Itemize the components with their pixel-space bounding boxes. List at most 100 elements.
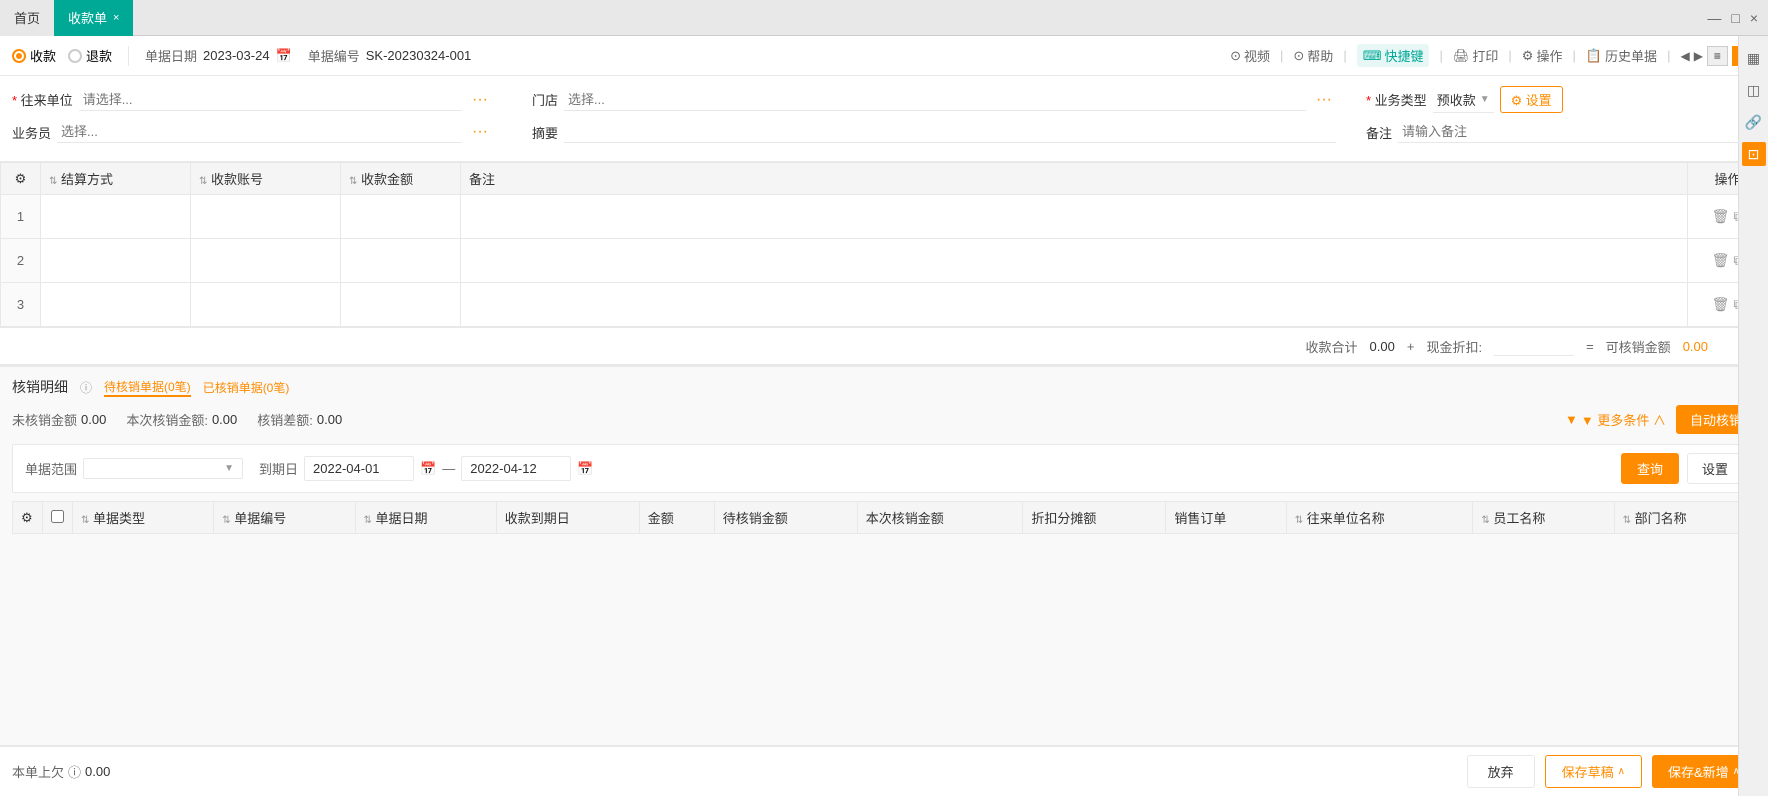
partner-more-icon[interactable]: ··· — [468, 91, 492, 109]
diff-stat: 核销差额: 0.00 — [257, 410, 342, 429]
draft-chevron-icon: ∧ — [1618, 766, 1625, 777]
col-amount-th: ⇅ 收款金额 — [341, 163, 461, 195]
sidebar-icon-1[interactable]: ▦ — [1742, 46, 1766, 70]
writeoff-section: 核销明细 ⓘ 待核销单据(0笔) 已核销单据(0笔) 未核销金额 0.00 本次… — [0, 365, 1768, 745]
settings-label: 设置 — [1526, 93, 1552, 108]
print-action[interactable]: 🖨 打印 — [1453, 46, 1499, 65]
business-type-chevron: ▼ — [1480, 94, 1490, 105]
tab-close-icon[interactable]: × — [113, 12, 119, 24]
sidebar-icon-2[interactable]: ◫ — [1742, 78, 1766, 102]
query-range-chevron: ▼ — [224, 463, 234, 474]
more-filter-label: ▼ 更多条件 ∧ — [1581, 410, 1666, 429]
wt-dept-th: ⇅ 部门名称 — [1614, 502, 1755, 534]
total-label: 收款合计 — [1306, 337, 1358, 356]
partner-input[interactable] — [79, 89, 462, 111]
settlement-cell-3[interactable] — [41, 283, 191, 327]
shop-label: 门店 — [532, 90, 558, 109]
query-btn[interactable]: 查询 — [1621, 453, 1679, 484]
operation-action[interactable]: ⚙ 操作 — [1522, 46, 1563, 65]
business-type-select[interactable]: 预收款 ▼ — [1433, 87, 1494, 113]
discount-input[interactable] — [1494, 336, 1574, 356]
shortcut-label: 快捷键 — [1384, 46, 1423, 65]
wt-due-date-label: 收款到期日 — [505, 511, 570, 526]
writeoff-done-tab[interactable]: 已核销单据(0笔) — [203, 379, 290, 396]
delete-row-2[interactable]: 🗑 — [1712, 252, 1730, 269]
radio-refund-label: 退款 — [86, 46, 112, 65]
nav-left[interactable]: ◀ — [1680, 46, 1689, 66]
wt-amount-th: 金额 — [639, 502, 714, 534]
tab-bar-right: — □ × — [1707, 10, 1768, 26]
date-from-input[interactable] — [304, 456, 414, 481]
table-row: 3 🗑 ⧉ — [1, 283, 1768, 327]
help-action[interactable]: ⊙ 帮助 — [1293, 46, 1333, 65]
account-cell-2[interactable] — [191, 239, 341, 283]
radio-receipt[interactable]: 收款 — [12, 46, 56, 65]
radio-refund[interactable]: 退款 — [68, 46, 112, 65]
shop-input[interactable] — [564, 89, 1306, 111]
settings-button[interactable]: ⚙ 设置 — [1500, 86, 1563, 113]
tab-home[interactable]: 首页 — [0, 0, 54, 36]
shortcut-action[interactable]: ⌨ 快捷键 — [1357, 44, 1430, 67]
summary-field: 摘要 — [492, 121, 1336, 143]
minimize-icon[interactable]: — — [1707, 10, 1721, 26]
history-action[interactable]: 📋 历史单据 — [1586, 46, 1657, 65]
doc-date-calendar-icon[interactable]: 📅 — [276, 48, 292, 64]
writeoff-pending-tab[interactable]: 待核销单据(0笔) — [104, 378, 191, 397]
wt-partner-th: ⇅ 往来单位名称 — [1286, 502, 1473, 534]
date-to-calendar-icon[interactable]: 📅 — [577, 461, 593, 477]
total-value: 0.00 — [1370, 339, 1395, 354]
save-draft-btn[interactable]: 保存草稿 ∧ — [1545, 755, 1642, 788]
remark-input[interactable] — [1398, 121, 1756, 143]
wt-checkbox-th[interactable] — [43, 502, 73, 534]
date-to-input[interactable] — [461, 456, 571, 481]
shop-field: 门店 ··· — [492, 89, 1336, 111]
select-all-checkbox[interactable] — [51, 510, 64, 523]
summary-input[interactable] — [564, 121, 1336, 143]
remark-cell-3[interactable] — [461, 283, 1688, 327]
settlement-cell-1[interactable] — [41, 195, 191, 239]
salesperson-input[interactable] — [57, 121, 462, 143]
query-range-select[interactable]: ▼ — [83, 458, 243, 479]
remark-cell-1[interactable] — [461, 195, 1688, 239]
account-cell-1[interactable] — [191, 195, 341, 239]
tab-receipt[interactable]: 收款单 × — [54, 0, 133, 36]
video-action[interactable]: ⊙ 视频 — [1230, 46, 1270, 65]
date-from-calendar-icon[interactable]: 📅 — [420, 461, 436, 477]
amount-cell-2[interactable] — [341, 239, 461, 283]
delete-row-3[interactable]: 🗑 — [1712, 296, 1730, 313]
doc-number-label: 单据编号 — [308, 46, 360, 65]
gear-th[interactable]: ⚙ — [1, 163, 41, 195]
nav-right[interactable]: ▶ — [1694, 46, 1703, 66]
radio-refund-dot — [68, 49, 82, 63]
remark-cell-2[interactable] — [461, 239, 1688, 283]
plus-sign: + — [1407, 339, 1415, 354]
due-date-field: 到期日 📅 — 📅 — [259, 456, 593, 481]
current-stat: 本次核销金额: 0.00 — [126, 410, 237, 429]
sidebar-icon-4[interactable]: ⊡ — [1742, 142, 1766, 166]
account-cell-3[interactable] — [191, 283, 341, 327]
more-filter-btn[interactable]: ▼ ▼ 更多条件 ∧ — [1565, 410, 1666, 429]
table-row: 2 🗑 ⧉ — [1, 239, 1768, 283]
amount-cell-3[interactable] — [341, 283, 461, 327]
writeoff-title: 核销明细 — [12, 377, 68, 397]
wt-gear-th[interactable]: ⚙ — [13, 502, 43, 534]
writeoff-info-icon[interactable]: ⓘ — [80, 379, 92, 396]
due-date-label: 到期日 — [259, 459, 298, 478]
local-info-icon[interactable]: ⓘ — [68, 762, 81, 781]
maximize-icon[interactable]: □ — [1731, 10, 1739, 26]
settlement-cell-2[interactable] — [41, 239, 191, 283]
close-icon[interactable]: × — [1750, 10, 1758, 26]
writeoff-table-container: ⚙ ⇅ 单据类型 ⇅ 单据编号 — [12, 501, 1756, 735]
amount-cell-1[interactable] — [341, 195, 461, 239]
toolbar-divider-1 — [128, 46, 129, 66]
query-range-field: 单据范围 ▼ — [25, 458, 243, 479]
tab-home-label: 首页 — [14, 8, 40, 27]
query-buttons: 查询 设置 — [1621, 453, 1743, 484]
writeoff-settings-btn[interactable]: 设置 — [1687, 453, 1743, 484]
delete-row-1[interactable]: 🗑 — [1712, 208, 1730, 225]
list-view-btn[interactable]: ≡ — [1707, 46, 1728, 66]
salesperson-more-icon[interactable]: ··· — [468, 123, 492, 141]
discard-btn[interactable]: 放弃 — [1467, 755, 1535, 788]
sidebar-icon-3[interactable]: 🔗 — [1742, 110, 1766, 134]
shop-more-icon[interactable]: ··· — [1312, 91, 1336, 109]
